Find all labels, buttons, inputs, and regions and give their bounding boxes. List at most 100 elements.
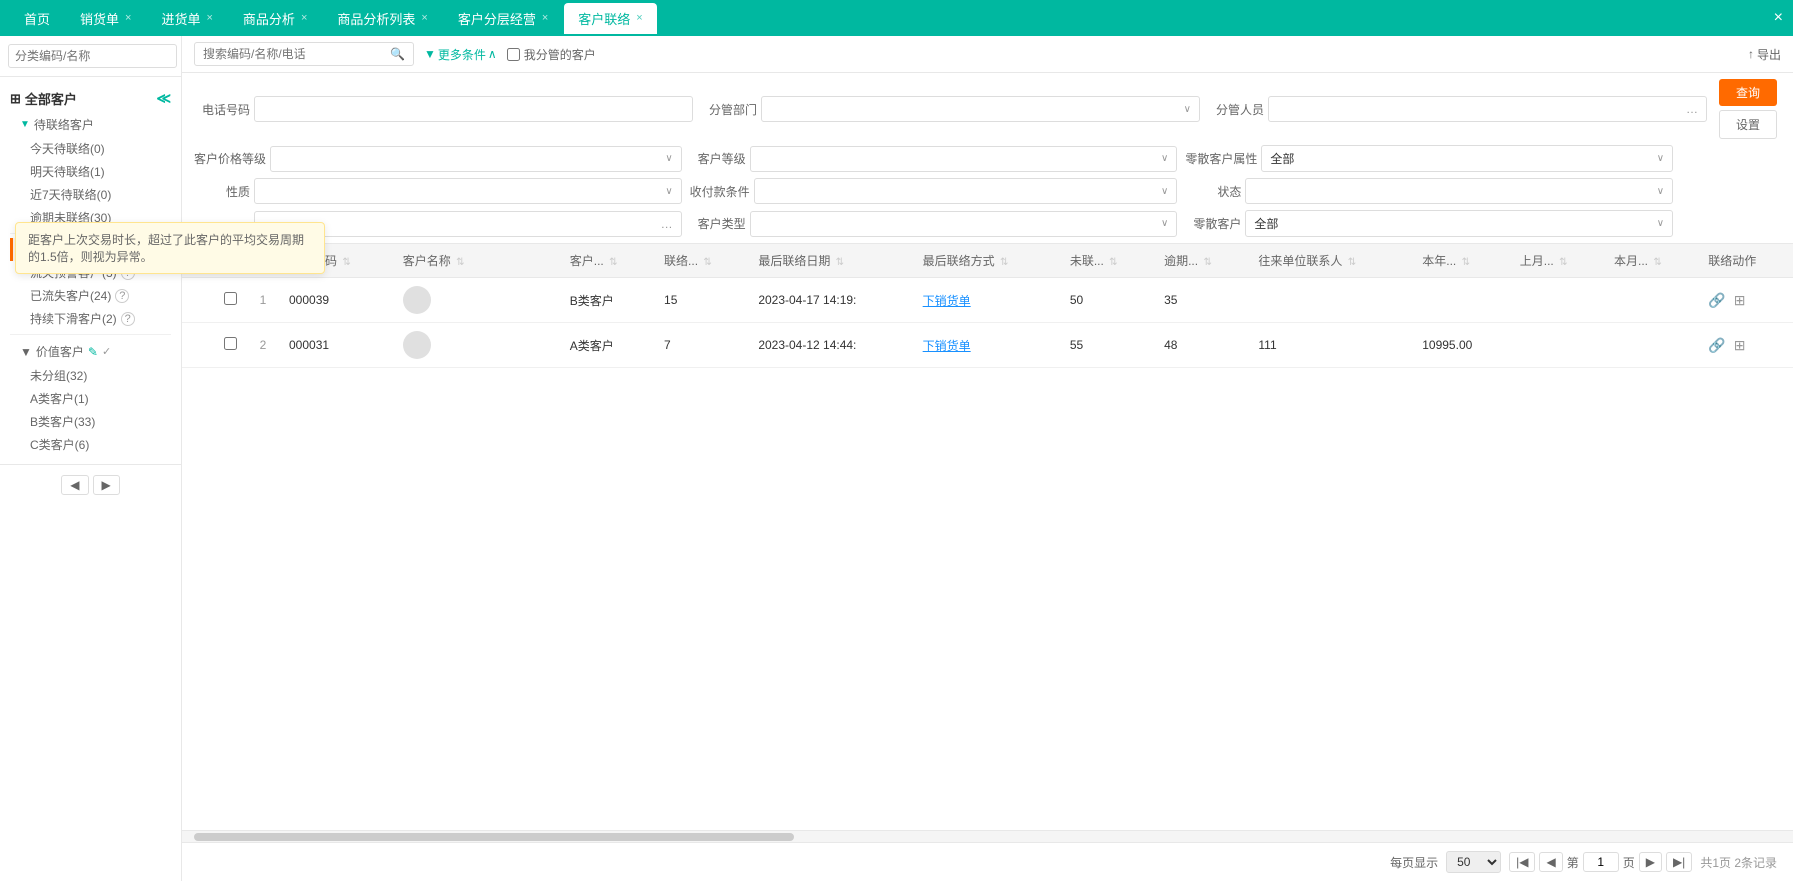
- sidebar-prev-btn[interactable]: ◀: [61, 475, 88, 495]
- sort-icon: ⇅: [1000, 257, 1008, 268]
- filter-customer-level: 客户等级 ∨: [690, 146, 1178, 172]
- sidebar-item-already-lost[interactable]: 已流失客户(24) ?: [10, 284, 171, 307]
- row-type: B类客户: [560, 278, 654, 323]
- filter-retail-customer: 零散客户 全部 ∨: [1185, 210, 1673, 237]
- col-last-month[interactable]: 上月... ⇅: [1510, 244, 1604, 278]
- col-last-method[interactable]: 最后联络方式 ⇅: [913, 244, 1060, 278]
- close-icon[interactable]: ×: [206, 12, 212, 24]
- close-all-button[interactable]: ×: [1774, 9, 1783, 27]
- help-icon: ?: [121, 312, 135, 326]
- label-payment: 收付款条件: [690, 183, 750, 200]
- last-page-btn[interactable]: ▶|: [1666, 852, 1692, 872]
- mine-filter[interactable]: 我分管的客户: [507, 46, 596, 63]
- chevron-down-icon: ∨: [1657, 186, 1664, 197]
- sidebar: 🔍 ⊞ 全部客户 ≪ ▼ 待联络客户 今天待联络(0) 明天待联络(1) 近7天…: [0, 36, 182, 881]
- horizontal-scrollbar[interactable]: [182, 830, 1793, 842]
- sidebar-item-7days[interactable]: 近7天待联络(0): [10, 183, 171, 206]
- pagination: 每页显示 50 100 200 |◀ ◀ 第 页 ▶ ▶| 共1页 2条记录: [182, 842, 1793, 881]
- input-payment[interactable]: ∨: [754, 178, 1178, 204]
- col-unread[interactable]: 未联... ⇅: [1060, 244, 1154, 278]
- query-button[interactable]: 查询: [1719, 79, 1777, 106]
- sidebar-item-declining[interactable]: 持续下滑客户(2) ?: [10, 307, 171, 330]
- scroll-thumb[interactable]: [194, 833, 794, 841]
- input-customer-level[interactable]: ∨: [750, 146, 1178, 172]
- col-contact[interactable]: 联络... ⇅: [654, 244, 748, 278]
- input-retail-attr[interactable]: 全部 ∨: [1261, 145, 1673, 172]
- label-customer-level: 客户等级: [690, 150, 746, 167]
- sidebar-item-tomorrow[interactable]: 明天待联络(1): [10, 160, 171, 183]
- more-icon[interactable]: ⊞: [1734, 337, 1746, 354]
- sidebar-search-input[interactable]: [8, 44, 177, 68]
- close-icon[interactable]: ×: [125, 12, 131, 24]
- tab-home[interactable]: 首页: [10, 3, 64, 34]
- sidebar-next-btn[interactable]: ▶: [93, 475, 120, 495]
- close-icon[interactable]: ×: [301, 12, 307, 24]
- close-icon[interactable]: ×: [421, 12, 427, 24]
- close-icon[interactable]: ×: [542, 12, 548, 24]
- more-icon[interactable]: ⊞: [1734, 292, 1746, 309]
- col-overdue[interactable]: 逾期... ⇅: [1154, 244, 1248, 278]
- sidebar-item-a-class[interactable]: A类客户(1): [10, 387, 171, 410]
- col-last-date[interactable]: 最后联络日期 ⇅: [748, 244, 912, 278]
- sidebar-item-b-class[interactable]: B类客户(33): [10, 410, 171, 433]
- row-this-year: [1412, 278, 1510, 323]
- chevron-down-icon: ∨: [665, 186, 672, 197]
- row-this-month: [1604, 278, 1698, 323]
- sidebar-group-value[interactable]: ▼ 价值客户 ✎ ✓: [10, 339, 171, 364]
- export-button[interactable]: ↑ 导出: [1748, 46, 1781, 63]
- mine-checkbox[interactable]: [507, 48, 520, 61]
- input-person[interactable]: …: [1268, 96, 1707, 122]
- sidebar-search-container: 🔍: [0, 36, 181, 77]
- sidebar-item-unclassified[interactable]: 未分组(32): [10, 364, 171, 387]
- row-checkbox[interactable]: [224, 292, 237, 305]
- sidebar-group-pending[interactable]: ▼ 待联络客户: [10, 112, 171, 137]
- fold-icon[interactable]: ≪: [156, 90, 171, 107]
- sidebar-item-today[interactable]: 今天待联络(0): [10, 137, 171, 160]
- prev-page-btn[interactable]: ◀: [1539, 852, 1562, 872]
- input-price-level[interactable]: ∨: [270, 146, 682, 172]
- filter-payment: 收付款条件 ∨: [690, 178, 1178, 204]
- close-icon[interactable]: ×: [636, 12, 642, 24]
- row-checkbox[interactable]: [224, 337, 237, 350]
- tab-product-analysis-list[interactable]: 商品分析列表 ×: [323, 3, 441, 34]
- input-status[interactable]: ∨: [1245, 178, 1673, 204]
- input-customer-type[interactable]: ∨: [750, 211, 1178, 237]
- tab-customer-contact[interactable]: 客户联络 ×: [564, 3, 656, 34]
- col-this-month[interactable]: 本月... ⇅: [1604, 244, 1698, 278]
- page-input[interactable]: [1583, 852, 1619, 872]
- setting-button[interactable]: 设置: [1719, 110, 1777, 139]
- filter-customer-type: 客户类型 ∨: [690, 211, 1178, 237]
- more-icon: …: [661, 217, 673, 231]
- per-page-select[interactable]: 50 100 200: [1446, 851, 1501, 873]
- contact-icon[interactable]: 🔗: [1708, 337, 1725, 354]
- label-person: 分管人员: [1208, 101, 1264, 118]
- tab-product-analysis[interactable]: 商品分析 ×: [229, 3, 321, 34]
- sidebar-all-customers[interactable]: ⊞ 全部客户 ≪: [10, 85, 171, 112]
- row-last-method[interactable]: 下销货单: [913, 278, 1060, 323]
- row-last-method[interactable]: 下销货单: [913, 323, 1060, 368]
- input-phone[interactable]: [254, 96, 693, 122]
- filter-row-3: 性质 ∨ 收付款条件 ∨ 状态: [194, 178, 1781, 204]
- contact-icon[interactable]: 🔗: [1708, 292, 1725, 309]
- col-contacts[interactable]: 往来单位联系人 ⇅: [1248, 244, 1412, 278]
- search-icon[interactable]: 🔍: [390, 47, 405, 61]
- table-row: 1 000039 B类客户 15 2023-04-17 14:19: 下销货单 …: [182, 278, 1793, 323]
- row-this-year: 10995.00: [1412, 323, 1510, 368]
- col-name[interactable]: 客户名称 ⇅: [393, 244, 560, 278]
- first-page-btn[interactable]: |◀: [1509, 852, 1535, 872]
- help-icon: ?: [115, 289, 129, 303]
- tab-purchase-order[interactable]: 进货单 ×: [147, 3, 226, 34]
- col-this-year[interactable]: 本年... ⇅: [1412, 244, 1510, 278]
- row-overdue: 35: [1154, 278, 1248, 323]
- edit-icon[interactable]: ✎: [88, 345, 98, 359]
- search-input[interactable]: [203, 47, 386, 61]
- input-retail-customer[interactable]: 全部 ∨: [1245, 210, 1673, 237]
- input-nature[interactable]: ∨: [254, 178, 682, 204]
- more-conditions-btn[interactable]: ▼ 更多条件 ∧: [424, 46, 497, 63]
- tab-customer-tier[interactable]: 客户分层经营 ×: [444, 3, 562, 34]
- col-type[interactable]: 客户... ⇅: [560, 244, 654, 278]
- input-dept[interactable]: ∨: [761, 96, 1200, 122]
- next-page-btn[interactable]: ▶: [1639, 852, 1662, 872]
- sidebar-item-c-class[interactable]: C类客户(6): [10, 433, 171, 456]
- tab-sales-order[interactable]: 销货单 ×: [66, 3, 145, 34]
